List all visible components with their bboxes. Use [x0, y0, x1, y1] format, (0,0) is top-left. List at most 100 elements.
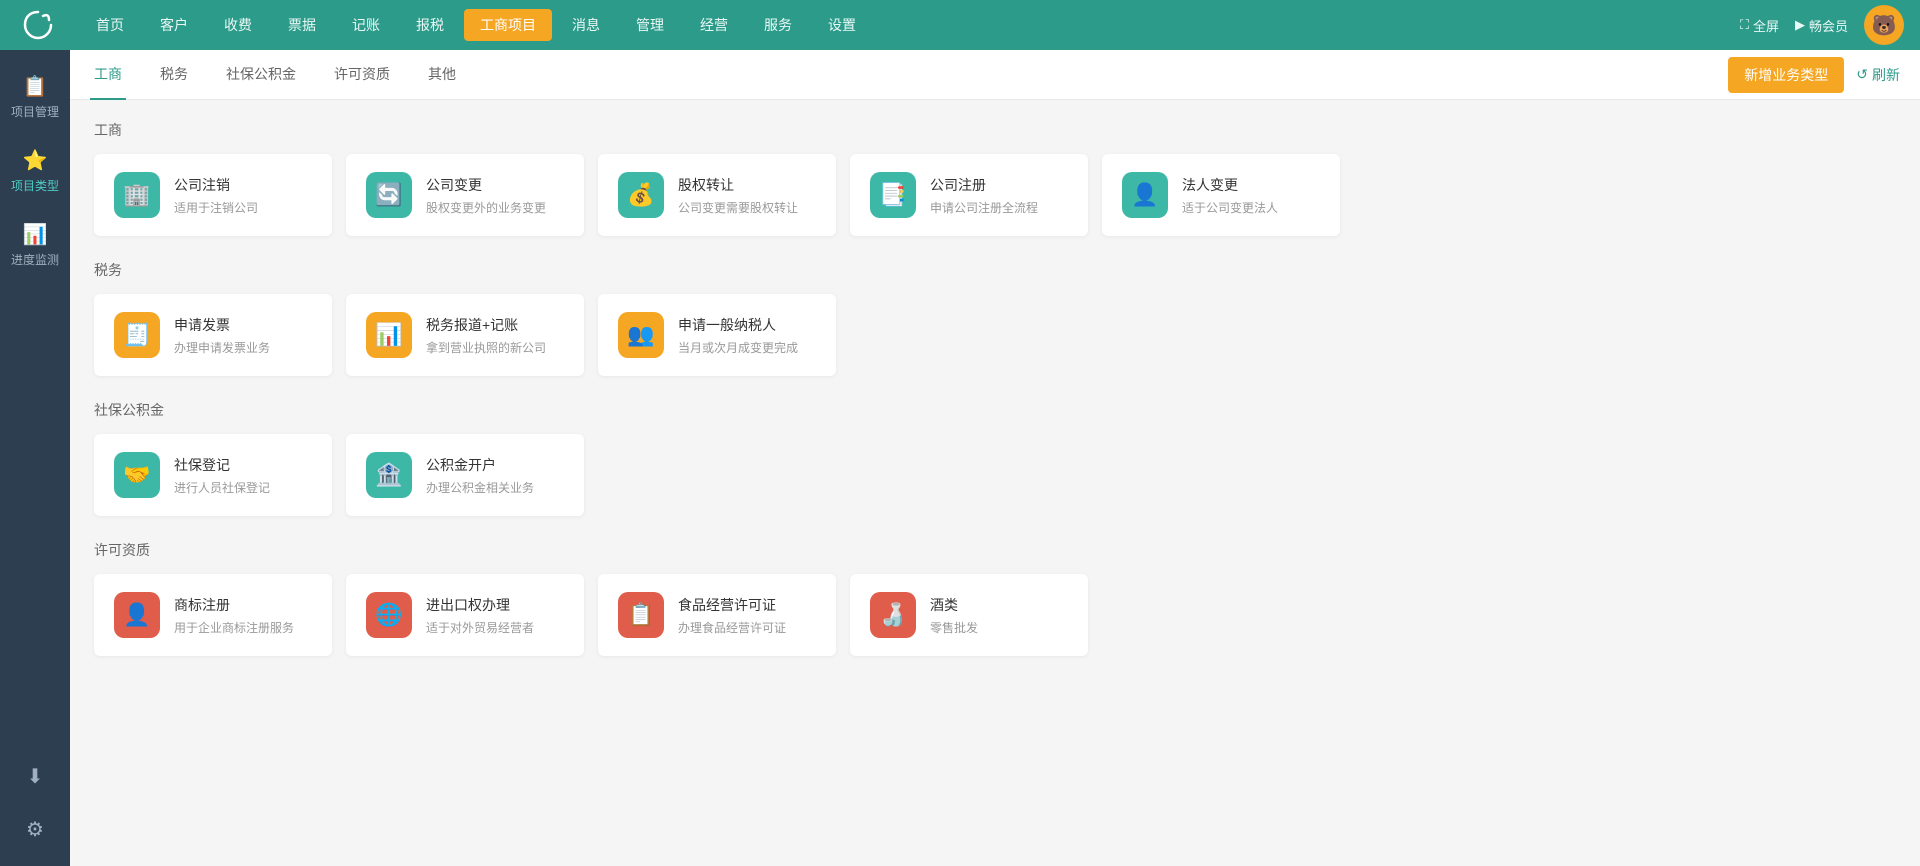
progress-monitor-icon: 📊 — [23, 222, 48, 247]
card-import-export-desc: 适于对外贸易经营者 — [426, 619, 564, 636]
sidebar-item-progress-monitor[interactable]: 📊 进度监测 — [0, 208, 70, 282]
cards-grid-license: 👤 商标注册 用于企业商标注册服务 🌐 进出口权办理 适于对外贸易经营者 📋 — [94, 574, 1896, 656]
card-alcohol-text: 酒类 零售批发 — [930, 595, 1068, 636]
tab-bar: 工商 税务 社保公积金 许可资质 其他 新增业务类型 ↺ 刷新 — [70, 50, 1920, 100]
sidebar-item-download[interactable]: ⬇ — [0, 750, 70, 803]
card-general-taxpayer[interactable]: 👥 申请一般纳税人 当月或次月成变更完成 — [598, 294, 836, 376]
card-food-license-desc: 办理食品经营许可证 — [678, 619, 816, 636]
card-equity-transfer-title: 股权转让 — [678, 175, 816, 195]
nav-message[interactable]: 消息 — [556, 9, 616, 41]
card-company-change[interactable]: 🔄 公司变更 股权变更外的业务变更 — [346, 154, 584, 236]
nav-menu: 首页 客户 收费 票据 记账 报税 工商项目 消息 管理 经营 服务 设置 — [80, 9, 1740, 41]
card-social-insurance-register-desc: 进行人员社保登记 — [174, 479, 312, 496]
tab-industry[interactable]: 工商 — [90, 50, 126, 100]
logo[interactable] — [16, 3, 60, 47]
legal-person-change-icon: 👤 — [1122, 172, 1168, 218]
card-company-cancel[interactable]: 🏢 公司注销 适用于注销公司 — [94, 154, 332, 236]
nav-right-area: ⛶ 全屏 ▶ 畅会员 🐻 — [1740, 5, 1904, 45]
nav-settings[interactable]: 设置 — [812, 9, 872, 41]
card-trademark-register-text: 商标注册 用于企业商标注册服务 — [174, 595, 312, 636]
nav-manage[interactable]: 管理 — [620, 9, 680, 41]
card-legal-person-change[interactable]: 👤 法人变更 适于公司变更法人 — [1102, 154, 1340, 236]
left-sidebar: 📋 项目管理 ⭐ 项目类型 📊 进度监测 ⬇ ⚙ — [0, 50, 70, 866]
content-area: 工商 税务 社保公积金 许可资质 其他 新增业务类型 ↺ 刷新 工商 🏢 — [70, 50, 1920, 866]
tab-other[interactable]: 其他 — [424, 50, 460, 100]
alcohol-icon: 🍶 — [870, 592, 916, 638]
sidebar-bottom: ⬇ ⚙ — [0, 750, 70, 866]
tab-tax[interactable]: 税务 — [156, 50, 192, 100]
card-alcohol-title: 酒类 — [930, 595, 1068, 615]
refresh-button[interactable]: ↺ 刷新 — [1856, 65, 1900, 85]
card-import-export[interactable]: 🌐 进出口权办理 适于对外贸易经营者 — [346, 574, 584, 656]
card-import-export-text: 进出口权办理 适于对外贸易经营者 — [426, 595, 564, 636]
add-business-type-button[interactable]: 新增业务类型 — [1728, 57, 1844, 93]
card-tax-report[interactable]: 📊 税务报道+记账 拿到营业执照的新公司 — [346, 294, 584, 376]
card-alcohol-desc: 零售批发 — [930, 619, 1068, 636]
refresh-icon: ↺ — [1856, 66, 1868, 83]
nav-service[interactable]: 服务 — [748, 9, 808, 41]
card-company-register[interactable]: 📑 公司注册 申请公司注册全流程 — [850, 154, 1088, 236]
nav-fee[interactable]: 收费 — [208, 9, 268, 41]
sidebar-label-project-type: 项目类型 — [11, 177, 59, 194]
card-social-insurance-register[interactable]: 🤝 社保登记 进行人员社保登记 — [94, 434, 332, 516]
nav-bill[interactable]: 票据 — [272, 9, 332, 41]
fullscreen-button[interactable]: ⛶ 全屏 — [1740, 16, 1779, 35]
section-title-social-insurance: 社保公积金 — [94, 400, 1896, 420]
nav-operation[interactable]: 经营 — [684, 9, 744, 41]
tabs-container: 工商 税务 社保公积金 许可资质 其他 — [90, 50, 1728, 100]
card-tax-report-desc: 拿到营业执照的新公司 — [426, 339, 564, 356]
card-invoice-apply-text: 申请发票 办理申请发票业务 — [174, 315, 312, 356]
card-provident-fund[interactable]: 🏦 公积金开户 办理公积金相关业务 — [346, 434, 584, 516]
nav-home[interactable]: 首页 — [80, 9, 140, 41]
sidebar-item-settings[interactable]: ⚙ — [0, 803, 70, 856]
download-icon: ⬇ — [27, 764, 44, 789]
card-company-cancel-title: 公司注销 — [174, 175, 312, 195]
scrollable-content: 工商 🏢 公司注销 适用于注销公司 🔄 公司变更 股权变更外的业务变更 — [70, 100, 1920, 866]
card-food-license-text: 食品经营许可证 办理食品经营许可证 — [678, 595, 816, 636]
card-tax-report-title: 税务报道+记账 — [426, 315, 564, 335]
card-alcohol[interactable]: 🍶 酒类 零售批发 — [850, 574, 1088, 656]
sidebar-label-project-management: 项目管理 — [11, 103, 59, 120]
member-button[interactable]: ▶ 畅会员 — [1795, 16, 1848, 35]
nav-industry[interactable]: 工商项目 — [464, 9, 552, 41]
project-type-icon: ⭐ — [23, 148, 48, 173]
nav-customer[interactable]: 客户 — [144, 9, 204, 41]
sidebar-item-project-management[interactable]: 📋 项目管理 — [0, 60, 70, 134]
mascot-avatar[interactable]: 🐻 — [1864, 5, 1904, 45]
card-trademark-register-desc: 用于企业商标注册服务 — [174, 619, 312, 636]
trademark-register-icon: 👤 — [114, 592, 160, 638]
fullscreen-icon: ⛶ — [1740, 17, 1749, 33]
card-food-license-title: 食品经营许可证 — [678, 595, 816, 615]
card-company-register-title: 公司注册 — [930, 175, 1068, 195]
section-title-tax: 税务 — [94, 260, 1896, 280]
nav-tax[interactable]: 报税 — [400, 9, 460, 41]
card-company-change-desc: 股权变更外的业务变更 — [426, 199, 564, 216]
nav-accounting[interactable]: 记账 — [336, 9, 396, 41]
top-navigation: 首页 客户 收费 票据 记账 报税 工商项目 消息 管理 经营 服务 设置 ⛶ … — [0, 0, 1920, 50]
tab-license[interactable]: 许可资质 — [330, 50, 394, 100]
card-equity-transfer-text: 股权转让 公司变更需要股权转让 — [678, 175, 816, 216]
card-trademark-register[interactable]: 👤 商标注册 用于企业商标注册服务 — [94, 574, 332, 656]
card-legal-person-change-desc: 适于公司变更法人 — [1182, 199, 1320, 216]
food-license-icon: 📋 — [618, 592, 664, 638]
card-legal-person-change-title: 法人变更 — [1182, 175, 1320, 195]
tax-report-icon: 📊 — [366, 312, 412, 358]
card-company-register-text: 公司注册 申请公司注册全流程 — [930, 175, 1068, 216]
card-social-insurance-register-text: 社保登记 进行人员社保登记 — [174, 455, 312, 496]
import-export-icon: 🌐 — [366, 592, 412, 638]
card-company-cancel-text: 公司注销 适用于注销公司 — [174, 175, 312, 216]
member-icon: ▶ — [1795, 17, 1805, 33]
tab-social-insurance[interactable]: 社保公积金 — [222, 50, 300, 100]
project-management-icon: 📋 — [23, 74, 48, 99]
company-change-icon: 🔄 — [366, 172, 412, 218]
settings-icon: ⚙ — [26, 817, 44, 842]
card-trademark-register-title: 商标注册 — [174, 595, 312, 615]
invoice-apply-icon: 🧾 — [114, 312, 160, 358]
cards-grid-tax: 🧾 申请发票 办理申请发票业务 📊 税务报道+记账 拿到营业执照的新公司 👥 — [94, 294, 1896, 376]
social-insurance-register-icon: 🤝 — [114, 452, 160, 498]
card-company-change-text: 公司变更 股权变更外的业务变更 — [426, 175, 564, 216]
sidebar-item-project-type[interactable]: ⭐ 项目类型 — [0, 134, 70, 208]
card-equity-transfer[interactable]: 💰 股权转让 公司变更需要股权转让 — [598, 154, 836, 236]
card-invoice-apply[interactable]: 🧾 申请发票 办理申请发票业务 — [94, 294, 332, 376]
card-food-license[interactable]: 📋 食品经营许可证 办理食品经营许可证 — [598, 574, 836, 656]
